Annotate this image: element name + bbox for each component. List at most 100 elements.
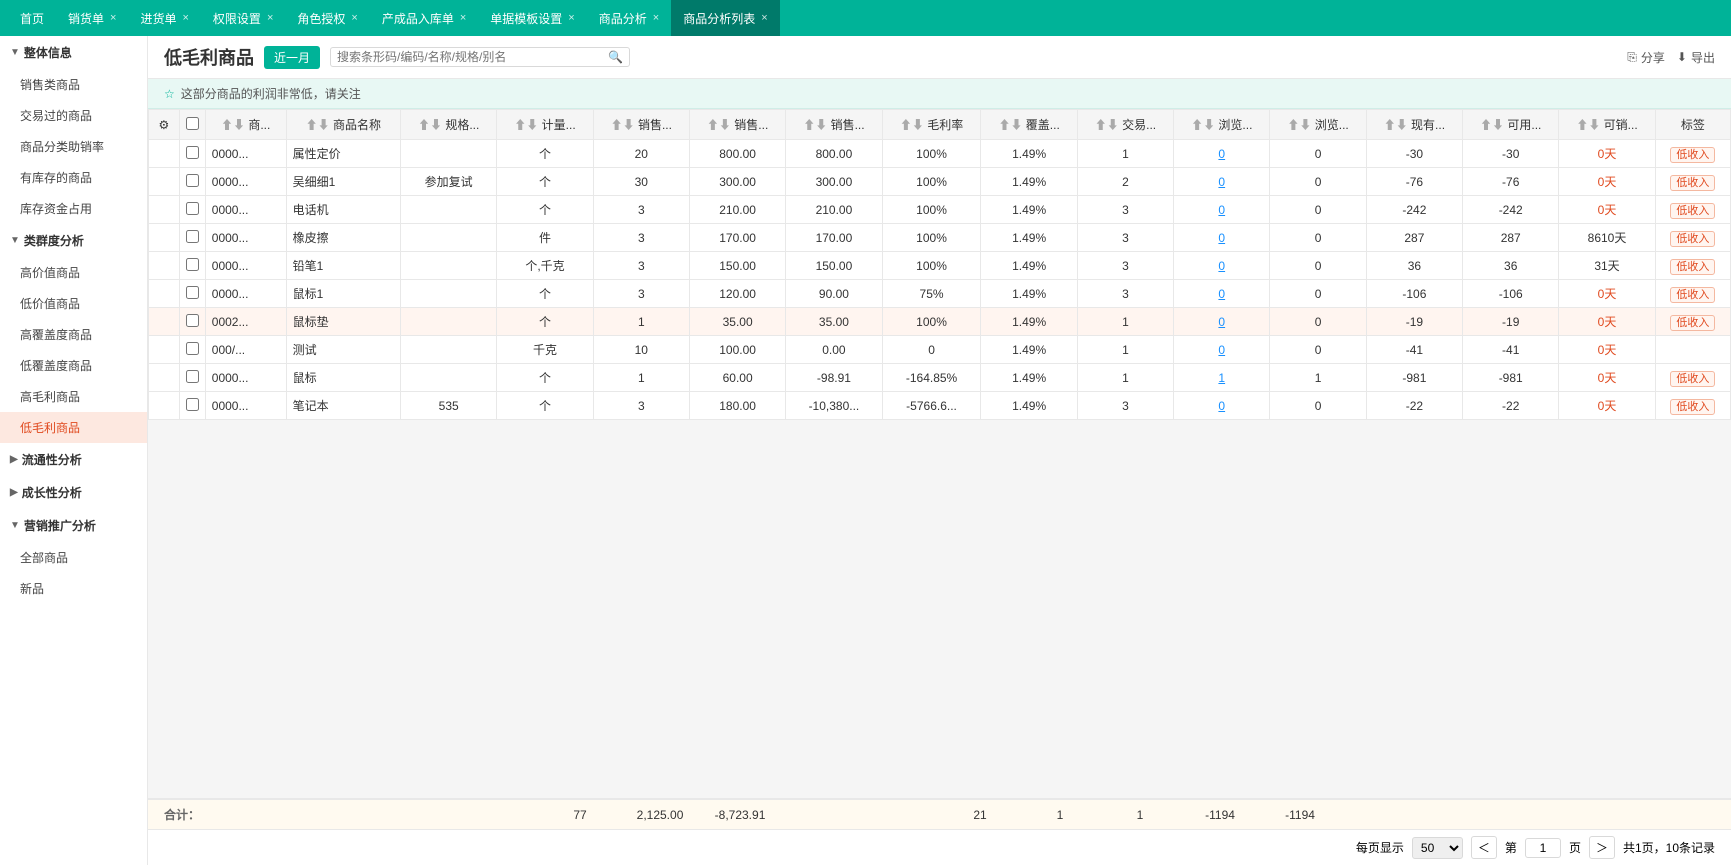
row-sales-price: 170.00 <box>689 224 785 252</box>
nav-permissions[interactable]: 权限设置 × <box>201 0 285 36</box>
table-row: 0000... 电话机 个 3 210.00 210.00 100% 1.49%… <box>149 196 1731 224</box>
sort-icon[interactable]: ⬆⬇ <box>803 118 827 132</box>
row-view1[interactable]: 0 <box>1174 168 1270 196</box>
sidebar-group-cluster[interactable]: ▼ 类群度分析 <box>0 224 147 257</box>
sidebar-group-overall[interactable]: ▼ 整体信息 <box>0 36 147 69</box>
sidebar-item-category-rate[interactable]: 商品分类助销率 <box>0 131 147 162</box>
nav-product-analysis[interactable]: 商品分析 × <box>587 0 671 36</box>
select-all-checkbox[interactable] <box>186 117 199 130</box>
sort-icon[interactable]: ⬆⬇ <box>707 118 731 132</box>
row-select-checkbox[interactable] <box>186 342 199 355</box>
close-icon[interactable]: × <box>267 12 273 24</box>
row-view1[interactable]: 0 <box>1174 308 1270 336</box>
row-checkbox[interactable] <box>179 336 205 364</box>
sort-icon[interactable]: ⬆⬇ <box>900 118 924 132</box>
row-view1[interactable]: 0 <box>1174 224 1270 252</box>
sidebar-group-marketing[interactable]: ▼ 营销推广分析 <box>0 509 147 542</box>
row-select-checkbox[interactable] <box>186 370 199 383</box>
close-icon[interactable]: × <box>568 12 574 24</box>
col-gear[interactable]: ⚙ <box>149 110 180 140</box>
close-icon[interactable]: × <box>653 12 659 24</box>
nav-sales-order[interactable]: 销货单 × <box>56 0 128 36</box>
sort-icon[interactable]: ⬆⬇ <box>1576 118 1600 132</box>
search-input[interactable] <box>337 50 604 64</box>
row-select-checkbox[interactable] <box>186 230 199 243</box>
row-view1[interactable]: 0 <box>1174 392 1270 420</box>
sidebar-item-high-value[interactable]: 高价值商品 <box>0 257 147 288</box>
sidebar-item-low-coverage[interactable]: 低覆盖度商品 <box>0 350 147 381</box>
sort-icon[interactable]: ⬆⬇ <box>1287 118 1311 132</box>
row-current-stock: -19 <box>1366 308 1462 336</box>
row-view1[interactable]: 0 <box>1174 336 1270 364</box>
close-icon[interactable]: × <box>110 12 116 24</box>
sidebar-item-low-margin[interactable]: 低毛利商品 <box>0 412 147 443</box>
table-row: 0002... 鼠标垫 个 1 35.00 35.00 100% 1.49% 1… <box>149 308 1731 336</box>
row-checkbox[interactable] <box>179 196 205 224</box>
sort-icon[interactable]: ⬆⬇ <box>306 118 330 132</box>
sidebar-item-all-products[interactable]: 全部商品 <box>0 542 147 573</box>
sort-icon[interactable]: ⬆⬇ <box>418 118 442 132</box>
nav-home[interactable]: 首页 <box>8 0 56 36</box>
row-checkbox[interactable] <box>179 364 205 392</box>
close-icon[interactable]: × <box>761 12 767 24</box>
row-gross-margin: 100% <box>882 308 981 336</box>
close-icon[interactable]: × <box>460 12 466 24</box>
filter-button[interactable]: 近一月 <box>264 46 320 69</box>
row-checkbox[interactable] <box>179 224 205 252</box>
sidebar-item-sales-products[interactable]: 销售类商品 <box>0 69 147 100</box>
prev-page-button[interactable]: ＜ <box>1471 836 1497 859</box>
sidebar-item-low-value[interactable]: 低价值商品 <box>0 288 147 319</box>
row-checkbox[interactable] <box>179 168 205 196</box>
search-icon[interactable]: 🔍 <box>608 50 623 64</box>
row-checkbox[interactable] <box>179 280 205 308</box>
row-select-checkbox[interactable] <box>186 286 199 299</box>
sidebar-item-stock-capital[interactable]: 库存资金占用 <box>0 193 147 224</box>
row-select-checkbox[interactable] <box>186 314 199 327</box>
sort-icon[interactable]: ⬆⬇ <box>221 118 245 132</box>
row-checkbox[interactable] <box>179 252 205 280</box>
export-button[interactable]: ⬇ 导出 <box>1677 49 1715 66</box>
row-select-checkbox[interactable] <box>186 258 199 271</box>
next-page-button[interactable]: ＞ <box>1589 836 1615 859</box>
share-button[interactable]: ⎘ 分享 <box>1627 49 1665 66</box>
nav-purchase-order[interactable]: 进货单 × <box>128 0 200 36</box>
sidebar-group-growth[interactable]: ▶ 成长性分析 <box>0 476 147 509</box>
sort-icon[interactable]: ⬆⬇ <box>514 118 538 132</box>
row-select-checkbox[interactable] <box>186 174 199 187</box>
sidebar-item-traded-products[interactable]: 交易过的商品 <box>0 100 147 131</box>
sidebar-item-high-margin[interactable]: 高毛利商品 <box>0 381 147 412</box>
sort-icon[interactable]: ⬆⬇ <box>1191 118 1215 132</box>
sidebar-item-new-products[interactable]: 新品 <box>0 573 147 604</box>
nav-product-inbound[interactable]: 产成品入库单 × <box>370 0 478 36</box>
sort-icon[interactable]: ⬆⬇ <box>1095 118 1119 132</box>
row-view1[interactable]: 0 <box>1174 196 1270 224</box>
row-checkbox[interactable] <box>179 140 205 168</box>
row-select-checkbox[interactable] <box>186 202 199 215</box>
sort-icon[interactable]: ⬆⬇ <box>611 118 635 132</box>
row-checkbox[interactable] <box>179 308 205 336</box>
row-gear <box>149 140 180 168</box>
sort-icon[interactable]: ⬆⬇ <box>998 118 1022 132</box>
row-select-checkbox[interactable] <box>186 398 199 411</box>
row-view1[interactable]: 0 <box>1174 252 1270 280</box>
sidebar-item-stock-products[interactable]: 有库存的商品 <box>0 162 147 193</box>
row-view1[interactable]: 0 <box>1174 140 1270 168</box>
nav-template-settings[interactable]: 单据模板设置 × <box>478 0 586 36</box>
row-select-checkbox[interactable] <box>186 146 199 159</box>
nav-role-auth[interactable]: 角色授权 × <box>285 0 369 36</box>
page-input[interactable] <box>1525 838 1561 858</box>
sort-icon[interactable]: ⬆⬇ <box>1480 118 1504 132</box>
sidebar-group-circulation[interactable]: ▶ 流通性分析 <box>0 443 147 476</box>
close-icon[interactable]: × <box>182 12 188 24</box>
row-view1[interactable]: 1 <box>1174 364 1270 392</box>
row-sales-cost: 150.00 <box>786 252 882 280</box>
close-icon[interactable]: × <box>351 12 357 24</box>
sidebar-item-high-coverage[interactable]: 高覆盖度商品 <box>0 319 147 350</box>
row-sales-cost: -98.91 <box>786 364 882 392</box>
row-checkbox[interactable] <box>179 392 205 420</box>
row-view1[interactable]: 0 <box>1174 280 1270 308</box>
per-page-select[interactable]: 50 20 100 <box>1412 837 1463 859</box>
nav-product-analysis-list[interactable]: 商品分析列表 × <box>671 0 779 36</box>
row-sales-count: 3 <box>593 224 689 252</box>
sort-icon[interactable]: ⬆⬇ <box>1384 118 1408 132</box>
